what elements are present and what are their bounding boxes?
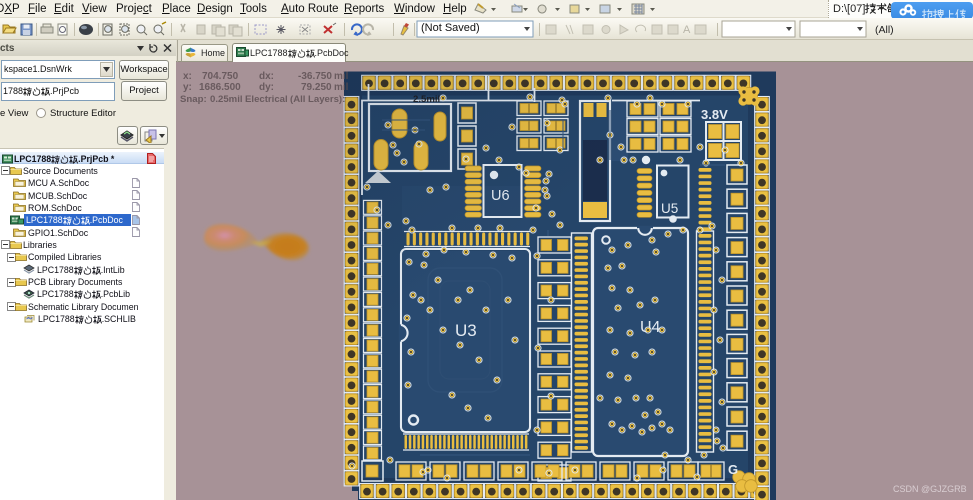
svg-text:(All): (All) [875, 24, 894, 36]
svg-text:A: A [683, 24, 691, 36]
